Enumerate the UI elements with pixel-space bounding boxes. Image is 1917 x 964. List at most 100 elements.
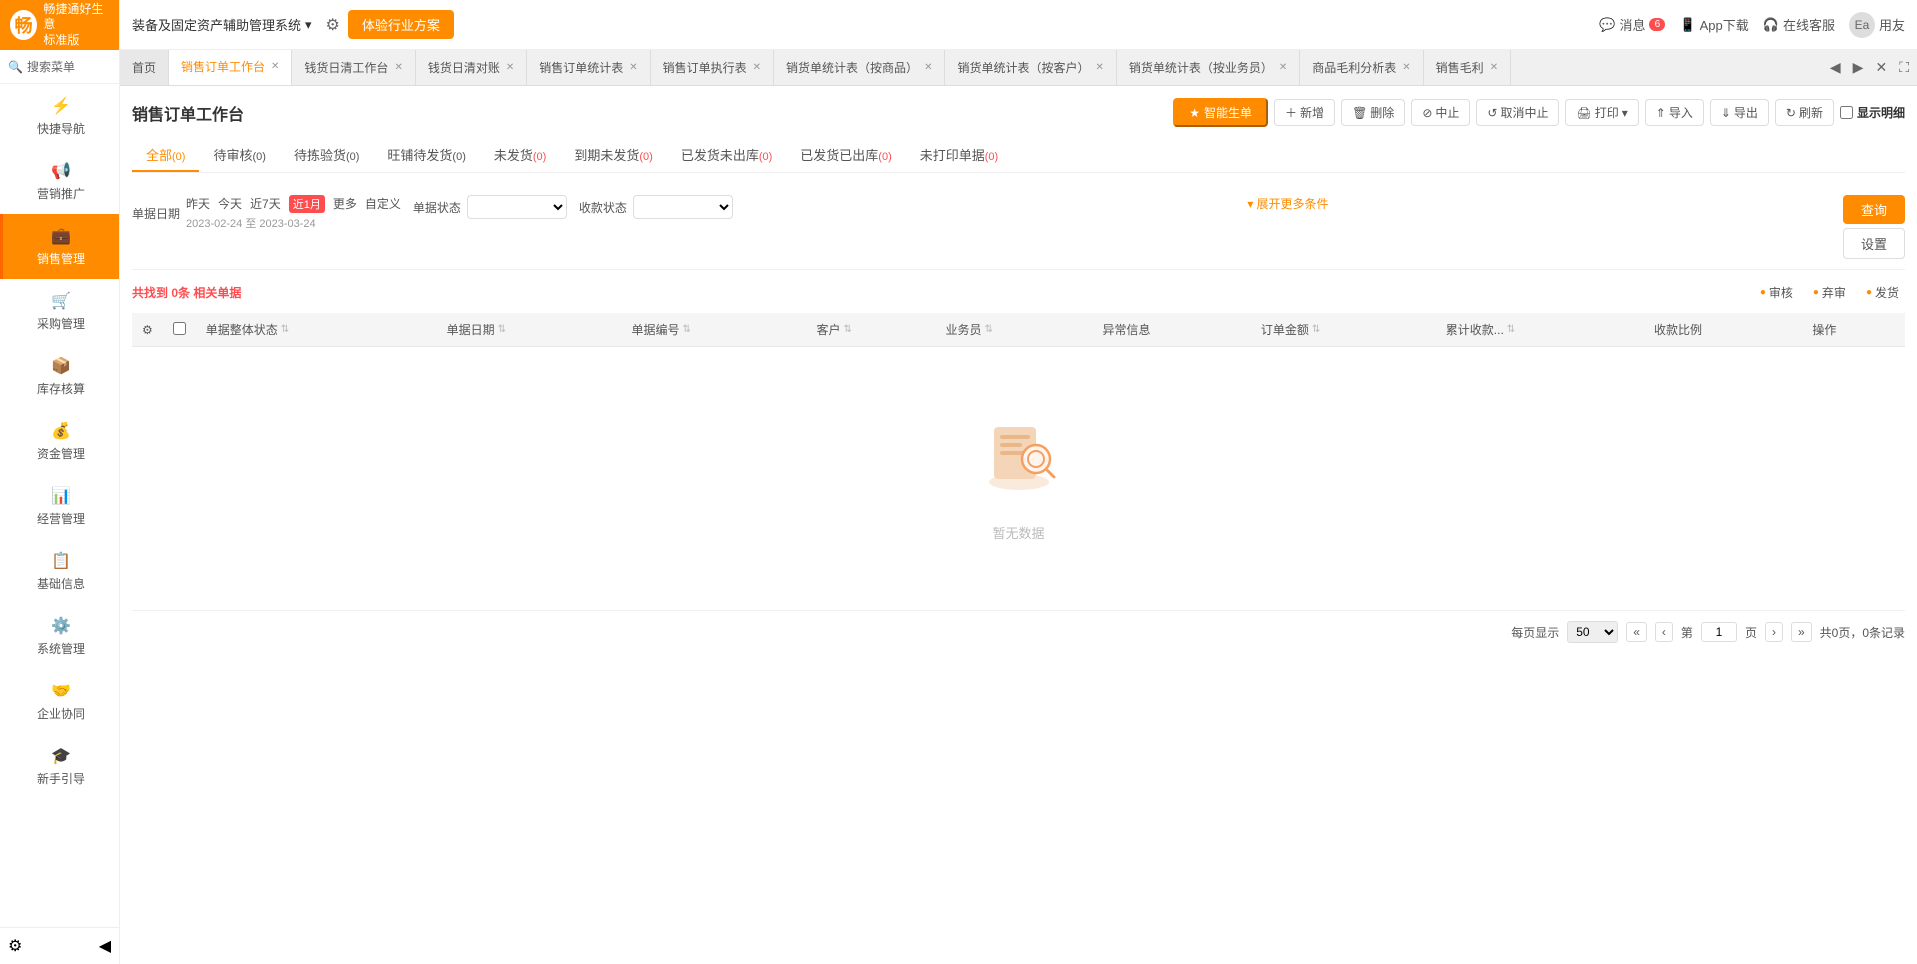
subtab-pending-check[interactable]: 待拣验货(0) [280,139,373,172]
audit-btn[interactable]: ● 审核 [1754,280,1799,305]
expand-filter-btn[interactable]: ▾ 展开更多条件 [1247,195,1328,212]
settings-gear-icon[interactable]: ⚙ [326,15,340,35]
sidebar-item-collab[interactable]: 🤝企业协同 [0,669,119,734]
subtab-pending[interactable]: 待审核(0) [199,139,279,172]
subtab-sent-no-out[interactable]: 已发货未出库(0) [667,139,786,172]
customer-sort[interactable]: 客户 ⇅ [816,321,925,338]
tab-cash-reconcile[interactable]: 钱货日清对账✕ [416,50,527,86]
show-detail-checkbox[interactable] [1840,106,1853,119]
tab-sales-exec[interactable]: 销售订单执行表✕ [651,50,774,86]
date-option-今天[interactable]: 今天 [218,195,242,213]
tab-close-product-margin[interactable]: ✕ [1402,62,1410,73]
import-btn[interactable]: ⇑ 导入 [1645,99,1704,126]
subtab-unprinted[interactable]: 未打印单据(0) [906,139,1012,172]
sidebar-item-marketing[interactable]: 📢营销推广 [0,149,119,214]
cancel-audit-btn[interactable]: ● 弃审 [1807,280,1852,305]
cancel-suspend-btn[interactable]: ↺ 取消中止 [1476,99,1559,126]
tab-close-sales-exec[interactable]: ✕ [753,62,761,73]
refresh-btn[interactable]: ↻ 刷新 [1775,99,1834,126]
last-page-btn[interactable]: » [1791,622,1812,642]
sidebar-item-purchase[interactable]: 🛒采购管理 [0,279,119,344]
sidebar-item-guide[interactable]: 🎓新手引导 [0,734,119,799]
tab-close-sales-summary-product[interactable]: ✕ [924,62,932,73]
sidebar-item-basic[interactable]: 📋基础信息 [0,539,119,604]
tab-sales-stats[interactable]: 销售订单统计表✕ [527,50,650,86]
sidebar-item-finance[interactable]: 💰资金管理 [0,409,119,474]
subtab-wangpu-pending[interactable]: 旺铺待发货(0) [373,139,479,172]
date-option-自定义[interactable]: 自定义 [365,195,401,213]
tab-close-sales-profit[interactable]: ✕ [1490,62,1498,73]
sidebar-item-shortcut[interactable]: ⚡快捷导航 [0,84,119,149]
export-btn[interactable]: ⇓ 导出 [1710,99,1769,126]
user-menu[interactable]: Ea 用友 [1849,12,1905,38]
prev-page-btn[interactable]: ‹ [1655,622,1673,642]
tab-cash-daily[interactable]: 钱货日清工作台✕ [292,50,415,86]
select-all-checkbox[interactable] [173,322,186,335]
per-page-select[interactable]: 102050100 [1567,621,1618,643]
suspend-btn[interactable]: ⊘ 中止 [1411,99,1470,126]
status-select[interactable] [467,195,567,219]
subtab-sent-out[interactable]: 已发货已出库(0) [786,139,905,172]
online-service-btn[interactable]: 🎧 在线客服 [1763,15,1835,34]
suspend-icon: ⊘ [1422,106,1432,120]
delete-btn[interactable]: 🗑 删除 [1341,99,1405,126]
date-filter: 单据日期 昨天今天近7天近1月更多自定义 2023-02-24 至 2023-0… [132,195,401,231]
config-icon[interactable]: ⚙ [142,323,153,337]
tab-sales-summary-customer[interactable]: 销货单统计表（按客户）✕ [945,50,1116,86]
set-btn[interactable]: 设置 [1843,228,1905,259]
print-btn[interactable]: 🖨 打印 ▾ [1565,99,1638,126]
number-sort[interactable]: 单据编号 ⇅ [632,321,797,338]
tab-close-sales-summary-customer[interactable]: ✕ [1095,62,1103,73]
tab-fullscreen-btn[interactable]: ⛶ [1895,57,1913,78]
tab-sales-summary-staff[interactable]: 销货单统计表（按业务员）✕ [1117,50,1300,86]
next-page-btn[interactable]: › [1765,622,1783,642]
settings-icon[interactable]: ⚙ [8,936,22,956]
sidebar-item-sales[interactable]: 💼销售管理 [0,214,119,279]
payment-select[interactable] [633,195,733,219]
tab-close-sales-stats[interactable]: ✕ [629,62,637,73]
industry-btn[interactable]: 体验行业方案 [348,10,454,39]
tab-sales-workbench[interactable]: 销售订单工作台✕ [169,50,292,86]
add-btn[interactable]: ＋ 新增 [1274,99,1335,126]
subtab-expired-unsent[interactable]: 到期未发货(0) [560,139,666,172]
collapse-icon[interactable]: ◀ [99,936,111,956]
smart-btn[interactable]: ★ 智能生单 [1173,98,1268,127]
sidebar-item-system[interactable]: ⚙️系统管理 [0,604,119,669]
tab-close-sales-summary-staff[interactable]: ✕ [1279,62,1287,73]
sidebar-item-operation[interactable]: 📊经营管理 [0,474,119,539]
query-btn[interactable]: 查询 [1843,195,1905,224]
total-count: 0条 [171,286,190,300]
show-detail-checkbox-label[interactable]: 显示明细 [1840,104,1905,121]
date-option-昨天[interactable]: 昨天 [186,195,210,213]
subtab-label-pending: 待审核 [213,148,252,163]
sidebar-item-inventory[interactable]: 📦库存核算 [0,344,119,409]
dispatch-btn[interactable]: ● 发货 [1860,280,1905,305]
tab-next-btn[interactable]: ▶ [1849,57,1868,78]
tab-close-all-btn[interactable]: ✕ [1871,57,1891,78]
tab-sales-summary-product[interactable]: 销货单统计表（按商品）✕ [774,50,945,86]
tab-close-cash-daily[interactable]: ✕ [394,62,402,73]
amount-sort[interactable]: 订单金额 ⇅ [1261,321,1426,338]
first-page-btn[interactable]: « [1626,622,1647,642]
date-option-近1月[interactable]: 近1月 [289,195,325,213]
date-option-更多[interactable]: 更多 [333,195,357,213]
tab-prev-btn[interactable]: ◀ [1826,57,1845,78]
print-icon: 🖨 [1576,106,1591,120]
tab-close-cash-reconcile[interactable]: ✕ [506,62,514,73]
message-btn[interactable]: 💬 消息 6 [1599,15,1665,34]
staff-sort[interactable]: 业务员 ⇅ [945,321,1082,338]
date-sort[interactable]: 单据日期 ⇅ [447,321,612,338]
collected-sort[interactable]: 累计收款... ⇅ [1446,321,1634,338]
subtab-all[interactable]: 全部(0) [132,139,199,172]
tab-sales-profit[interactable]: 销售毛利✕ [1424,50,1511,86]
page-input[interactable] [1701,622,1737,642]
sidebar-search[interactable]: 🔍 搜索菜单 [0,50,119,84]
tab-product-margin[interactable]: 商品毛利分析表✕ [1300,50,1423,86]
tab-home[interactable]: 首页 [120,50,169,86]
subtab-unsent[interactable]: 未发货(0) [480,139,560,172]
app-download-btn[interactable]: 📱 App下载 [1679,15,1748,34]
status-sort[interactable]: 单据整体状态 ⇅ [206,321,427,338]
tab-close-sales-workbench[interactable]: ✕ [271,61,279,72]
system-title-dropdown[interactable]: 装备及固定资产辅助管理系统 ▾ [132,15,312,34]
date-option-近7天[interactable]: 近7天 [250,195,281,213]
